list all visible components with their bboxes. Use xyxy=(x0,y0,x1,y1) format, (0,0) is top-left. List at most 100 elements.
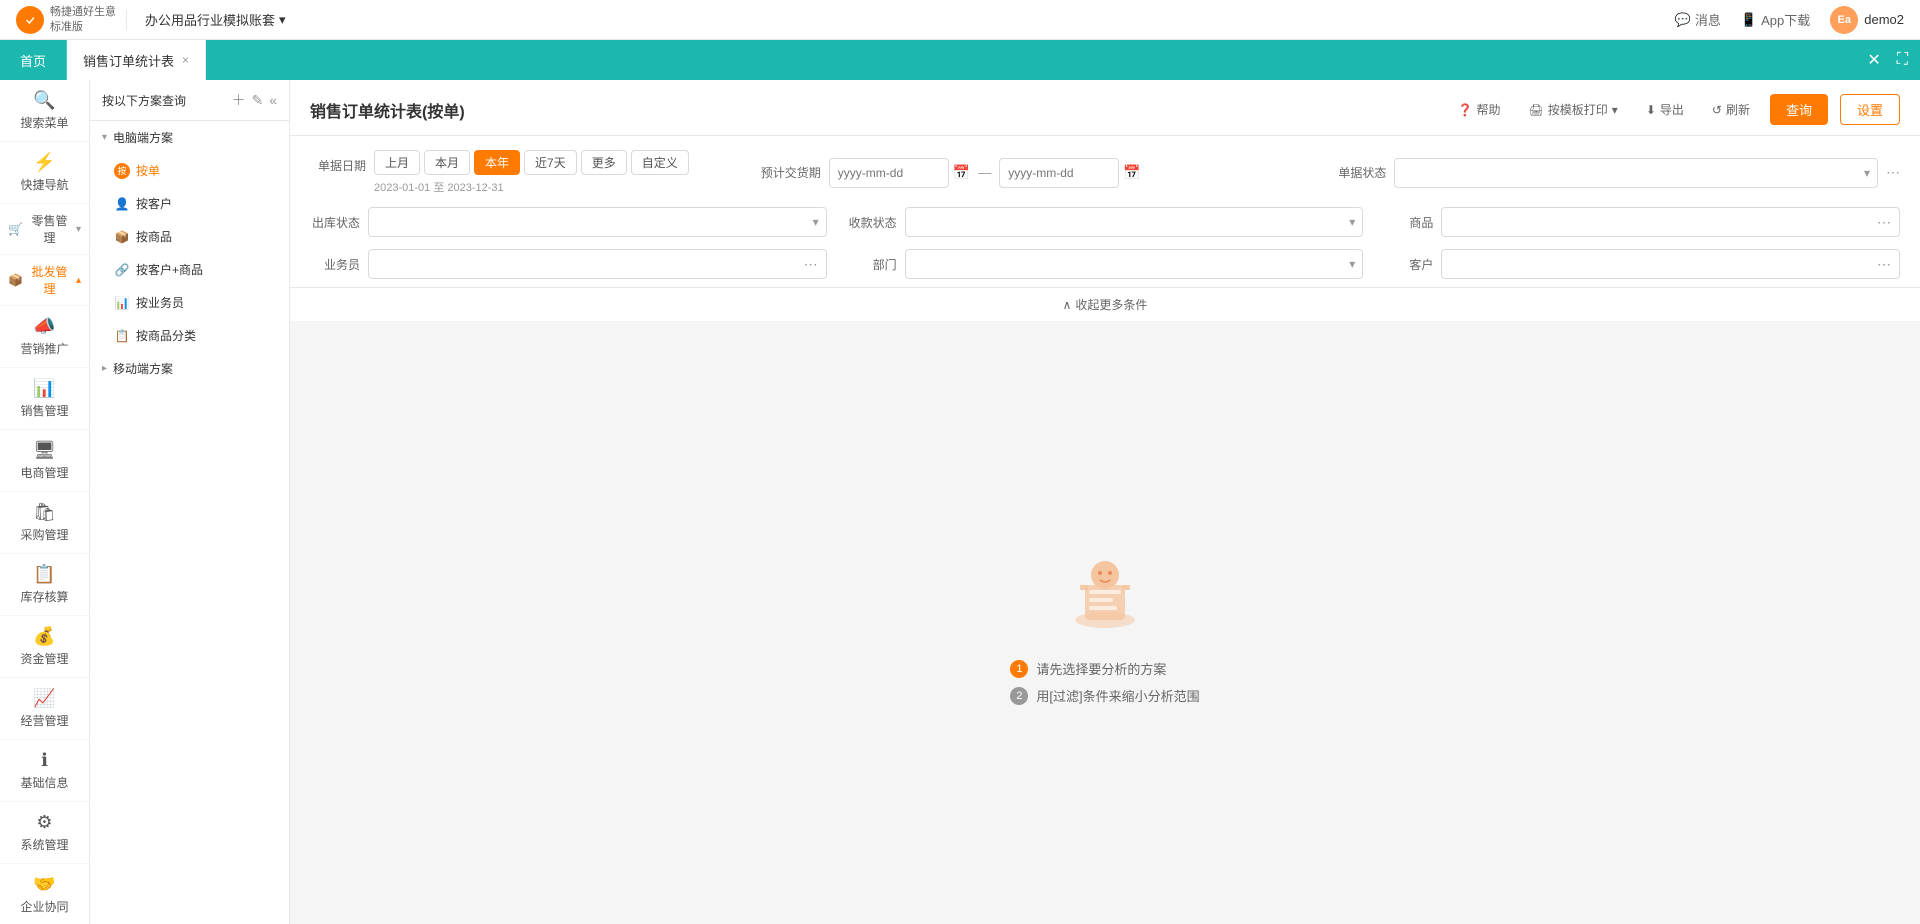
sidebar-item-system[interactable]: ⚙ 系统管理 xyxy=(0,802,89,864)
goods-label: 商品 xyxy=(1383,214,1433,231)
retail-icon: 🛒 xyxy=(8,222,23,236)
customer-product-node-icon: 🔗 xyxy=(114,262,130,278)
tab-close-icon[interactable]: × xyxy=(182,53,189,67)
app-selector[interactable]: 办公用品行业模拟账套 ▾ xyxy=(137,6,294,33)
collection-status-label: 收款状态 xyxy=(847,214,897,231)
user-area[interactable]: Ea demo2 xyxy=(1830,6,1904,34)
tab-home[interactable]: 首页 xyxy=(0,40,67,80)
bill-status-select[interactable] xyxy=(1394,158,1878,188)
user-name: demo2 xyxy=(1864,12,1904,27)
salesperson-input[interactable]: ⋯ xyxy=(368,249,827,279)
sidebar-item-wholesale[interactable]: 📦 批发管理 ▴ xyxy=(0,255,89,306)
query-button[interactable]: 查询 xyxy=(1770,94,1828,125)
tab-current[interactable]: 销售订单统计表 × xyxy=(67,40,206,80)
sidebar-item-search[interactable]: 🔍 搜索菜单 xyxy=(0,80,89,142)
add-scheme-button[interactable]: ＋ xyxy=(231,90,245,110)
settings-button[interactable]: 设置 xyxy=(1840,94,1900,125)
main-layout: 🔍 搜索菜单 ⚡ 快捷导航 🛒 零售管理 ▾ 📦 批发管理 ▴ 📣 营销推广 📊… xyxy=(0,80,1920,924)
sidebar-item-operations[interactable]: 📈 经营管理 xyxy=(0,678,89,740)
refresh-button[interactable]: ↺ 刷新 xyxy=(1704,97,1758,122)
export-label: 导出 xyxy=(1660,101,1684,118)
goods-more-icon: ⋯ xyxy=(1877,214,1891,231)
tree-node-by-salesperson[interactable]: 📊 按业务员 xyxy=(90,286,289,319)
sidebar-item-retail[interactable]: 🛒 零售管理 ▾ xyxy=(0,204,89,255)
sidebar-item-sales[interactable]: 📊 销售管理 xyxy=(0,368,89,430)
inventory-icon: 📋 xyxy=(33,564,55,585)
sidebar-item-inventory[interactable]: 📋 库存核算 xyxy=(0,554,89,616)
topbar-right: 💬 消息 📱 App下载 Ea demo2 xyxy=(1675,6,1904,34)
page-header: 销售订单统计表(按单) ❓ 帮助 🖨 按模板打印 ▾ ⬇ 导出 xyxy=(290,80,1920,136)
expected-delivery-start-input[interactable] xyxy=(829,158,949,188)
delivery-status-select-wrap xyxy=(368,207,827,237)
collapse-panel-button[interactable]: « xyxy=(269,92,277,108)
date-btn-more[interactable]: 更多 xyxy=(581,150,627,175)
delivery-status-label: 出库状态 xyxy=(310,214,360,231)
tabbar: 首页 销售订单统计表 × ✕ ⛶ xyxy=(0,40,1920,80)
tree-section-mobile[interactable]: ▸ 移动端方案 xyxy=(90,352,289,385)
empty-tips: 1 请先选择要分析的方案 2 用[过滤]条件来缩小分析范围 xyxy=(1010,659,1199,705)
sidebar-item-quick-nav[interactable]: ⚡ 快捷导航 xyxy=(0,142,89,204)
tree-node-by-customer-product[interactable]: 🔗 按客户+商品 xyxy=(90,253,289,286)
filter-row-3: 业务员 ⋯ 部门 客户 xyxy=(310,249,1900,279)
search-icon: 🔍 xyxy=(33,90,55,111)
sidebar-item-purchase[interactable]: 🛍 采购管理 xyxy=(0,492,89,554)
tip-number-1: 1 xyxy=(1010,660,1028,678)
calendar-end-icon[interactable]: 📅 xyxy=(1123,164,1140,181)
delivery-status-select[interactable] xyxy=(368,207,827,237)
tree-node-by-product[interactable]: 📦 按商品 xyxy=(90,220,289,253)
sidebar-item-label: 基础信息 xyxy=(20,774,68,791)
main-content: 销售订单统计表(按单) ❓ 帮助 🖨 按模板打印 ▾ ⬇ 导出 xyxy=(290,80,1920,924)
help-button[interactable]: ❓ 帮助 xyxy=(1450,97,1509,122)
date-btn-last-7-days[interactable]: 近7天 xyxy=(524,150,577,175)
sidebar-item-label: 系统管理 xyxy=(20,836,68,853)
sidebar-item-ecommerce[interactable]: 🖥 电商管理 xyxy=(0,430,89,492)
date-btn-custom[interactable]: 自定义 xyxy=(631,150,689,175)
sidebar-item-label: 营销推广 xyxy=(20,340,68,357)
tab-expand-icon[interactable]: ⛶ xyxy=(1893,47,1912,73)
date-btn-last-month[interactable]: 上月 xyxy=(374,150,420,175)
tree-node-label: 按客户 xyxy=(136,195,172,212)
app-download-action[interactable]: 📱 App下载 xyxy=(1741,10,1810,29)
customer-label: 客户 xyxy=(1383,256,1433,273)
date-btn-this-month[interactable]: 本月 xyxy=(424,150,470,175)
collection-status-select[interactable] xyxy=(905,207,1364,237)
chevron-up-icon: ▴ xyxy=(76,275,81,286)
department-select[interactable] xyxy=(905,249,1364,279)
collapse-filter-button[interactable]: ∧ 收起更多条件 xyxy=(290,287,1920,321)
expected-delivery-end-input[interactable] xyxy=(999,158,1119,188)
collapse-label: 收起更多条件 xyxy=(1075,296,1147,313)
tree-node-by-product-category[interactable]: 📋 按商品分类 xyxy=(90,319,289,352)
tree-section-pc[interactable]: ▾ 电脑端方案 xyxy=(90,121,289,154)
tab-close-window-icon[interactable]: ✕ xyxy=(1863,46,1884,74)
tip-number-2: 2 xyxy=(1010,687,1028,705)
delivery-status-filter: 出库状态 xyxy=(310,207,827,237)
department-label: 部门 xyxy=(847,256,897,273)
operations-icon: 📈 xyxy=(33,688,55,709)
tree-node-by-customer[interactable]: 👤 按客户 xyxy=(90,187,289,220)
avatar: Ea xyxy=(1830,6,1858,34)
message-action[interactable]: 💬 消息 xyxy=(1675,10,1721,29)
page-title: 销售订单统计表(按单) xyxy=(310,98,465,122)
empty-illustration xyxy=(1055,540,1155,643)
page-actions: ❓ 帮助 🖨 按模板打印 ▾ ⬇ 导出 ↺ 刷新 xyxy=(1450,94,1900,125)
edit-scheme-button[interactable]: ✎ xyxy=(251,92,263,109)
left-panel-title: 按以下方案查询 xyxy=(102,92,186,109)
customer-input[interactable]: ⋯ xyxy=(1441,249,1900,279)
sidebar-item-label: 零售管理 xyxy=(27,212,72,246)
bill-status-more-icon[interactable]: ⋯ xyxy=(1886,164,1900,181)
print-template-button[interactable]: 🖨 按模板打印 ▾ xyxy=(1521,97,1626,122)
quick-nav-icon: ⚡ xyxy=(33,152,55,173)
tree-node-by-order[interactable]: 按 按单 xyxy=(90,154,289,187)
print-icon: 🖨 xyxy=(1529,103,1544,117)
date-btn-this-year[interactable]: 本年 xyxy=(474,150,520,175)
export-button[interactable]: ⬇ 导出 xyxy=(1638,97,1692,122)
bill-date-label: 单据日期 xyxy=(310,150,366,174)
calendar-start-icon[interactable]: 📅 xyxy=(953,164,970,181)
goods-input[interactable]: ⋯ xyxy=(1441,207,1900,237)
sidebar-item-enterprise[interactable]: 🤝 企业协同 xyxy=(0,864,89,924)
sidebar-item-basic[interactable]: ℹ 基础信息 xyxy=(0,740,89,802)
print-chevron-icon: ▾ xyxy=(1612,103,1618,117)
sidebar-item-marketing[interactable]: 📣 营销推广 xyxy=(0,306,89,368)
bill-status-label: 单据状态 xyxy=(1338,164,1386,181)
sidebar-item-finance[interactable]: 💰 资金管理 xyxy=(0,616,89,678)
